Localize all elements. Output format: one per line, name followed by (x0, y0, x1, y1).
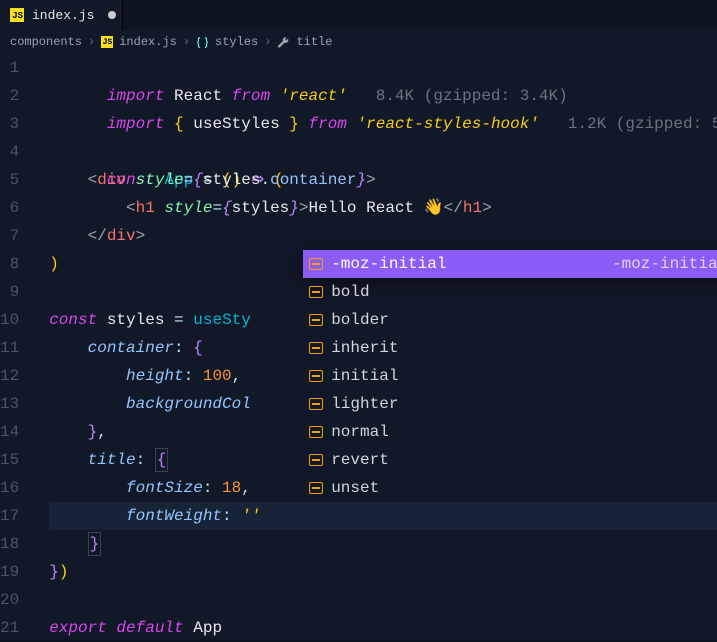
code-line: <h1 style={styles}>Hello React 👋</h1> (49, 194, 717, 222)
line-number: 6 (0, 194, 19, 222)
breadcrumb-seg-title[interactable]: title (296, 35, 332, 49)
line-number: 4 (0, 138, 19, 166)
line-number: 11 (0, 334, 19, 362)
unsaved-dot-icon (108, 11, 116, 19)
suggest-value-icon (309, 258, 323, 270)
intellisense-popup: -moz-initial-moz-initialboldbolderinheri… (303, 250, 717, 278)
breadcrumb-seg-index[interactable]: index.js (119, 35, 177, 49)
import-cost-hint: 8.4K (gzipped: 3.4K) (376, 87, 568, 105)
breadcrumb-seg-styles[interactable]: styles (215, 35, 258, 49)
code-line: } (49, 530, 717, 558)
symbol-object-icon (196, 36, 209, 49)
suggest-label: -moz-initial (331, 250, 446, 278)
suggest-item[interactable]: lighter (303, 390, 717, 418)
line-number: 7 (0, 222, 19, 250)
line-number: 16 (0, 474, 19, 502)
line-number: 14 (0, 418, 19, 446)
line-number: 5 (0, 166, 19, 194)
suggest-detail: -moz-initial (612, 250, 717, 278)
line-number: 12 (0, 362, 19, 390)
code-line: </div> (49, 222, 717, 250)
line-gutter: 123456789101112131415161718192021 (0, 54, 27, 639)
suggest-value-icon (309, 370, 323, 382)
suggest-label: bold (331, 278, 369, 306)
line-number: 1 (0, 54, 19, 82)
code-line: fontWeight: '' (49, 502, 717, 530)
suggest-label: initial (331, 362, 398, 390)
suggest-label: bolder (331, 306, 389, 334)
suggest-item[interactable]: normal (303, 418, 717, 446)
tab-indexjs[interactable]: JS index.js (0, 0, 123, 30)
code-editor[interactable]: 123456789101112131415161718192021 import… (0, 54, 717, 639)
code-line: }) (49, 558, 717, 586)
code-line (49, 586, 717, 614)
symbol-property-icon (277, 36, 290, 49)
code-line: const App = () ⇒ ( (49, 138, 717, 166)
suggest-value-icon (309, 314, 323, 326)
breadcrumb-seg-components[interactable]: components (10, 35, 82, 49)
line-number: 10 (0, 306, 19, 334)
suggest-value-icon (309, 482, 323, 494)
suggest-label: unset (331, 474, 379, 502)
breadcrumb-sep-icon: › (88, 35, 95, 49)
line-number: 9 (0, 278, 19, 306)
code-content[interactable]: import React from 'react' 8.4K (gzipped:… (27, 54, 717, 639)
suggest-item[interactable]: -moz-initial -moz-initial (303, 250, 717, 278)
suggest-item[interactable]: initial (303, 362, 717, 390)
suggest-item[interactable]: revert (303, 446, 717, 474)
line-number: 20 (0, 586, 19, 614)
suggest-item[interactable]: bolder (303, 306, 717, 334)
code-line: <div style={styles.container}> (49, 166, 717, 194)
line-number: 19 (0, 558, 19, 586)
line-number: 3 (0, 110, 19, 138)
breadcrumb-sep-icon: › (264, 35, 271, 49)
suggest-value-icon (309, 286, 323, 298)
line-number: 8 (0, 250, 19, 278)
import-cost-hint: 1.2K (gzipped: 527) (568, 115, 717, 133)
suggest-item[interactable]: bold (303, 278, 717, 306)
suggest-value-icon (309, 426, 323, 438)
suggest-label: inherit (331, 334, 398, 362)
line-number: 15 (0, 446, 19, 474)
tab-bar: JS index.js (0, 0, 717, 30)
js-file-icon: JS (101, 36, 113, 48)
suggest-item[interactable]: inherit (303, 334, 717, 362)
line-number: 18 (0, 530, 19, 558)
js-file-icon: JS (10, 8, 24, 22)
line-number: 17 (0, 502, 19, 530)
suggest-value-icon (309, 454, 323, 466)
suggest-label: revert (331, 446, 389, 474)
suggest-value-icon (309, 342, 323, 354)
breadcrumb: components › JS index.js › styles › titl… (0, 30, 717, 54)
breadcrumb-sep-icon: › (183, 35, 190, 49)
suggest-label: normal (331, 418, 389, 446)
suggest-label: lighter (331, 390, 398, 418)
suggest-value-icon (309, 398, 323, 410)
line-number: 21 (0, 614, 19, 642)
code-line: export default App (49, 614, 717, 642)
tab-filename: index.js (32, 8, 94, 23)
line-number: 13 (0, 390, 19, 418)
line-number: 2 (0, 82, 19, 110)
suggest-item[interactable]: unset (303, 474, 717, 502)
code-line: import React from 'react' 8.4K (gzipped:… (49, 54, 717, 82)
